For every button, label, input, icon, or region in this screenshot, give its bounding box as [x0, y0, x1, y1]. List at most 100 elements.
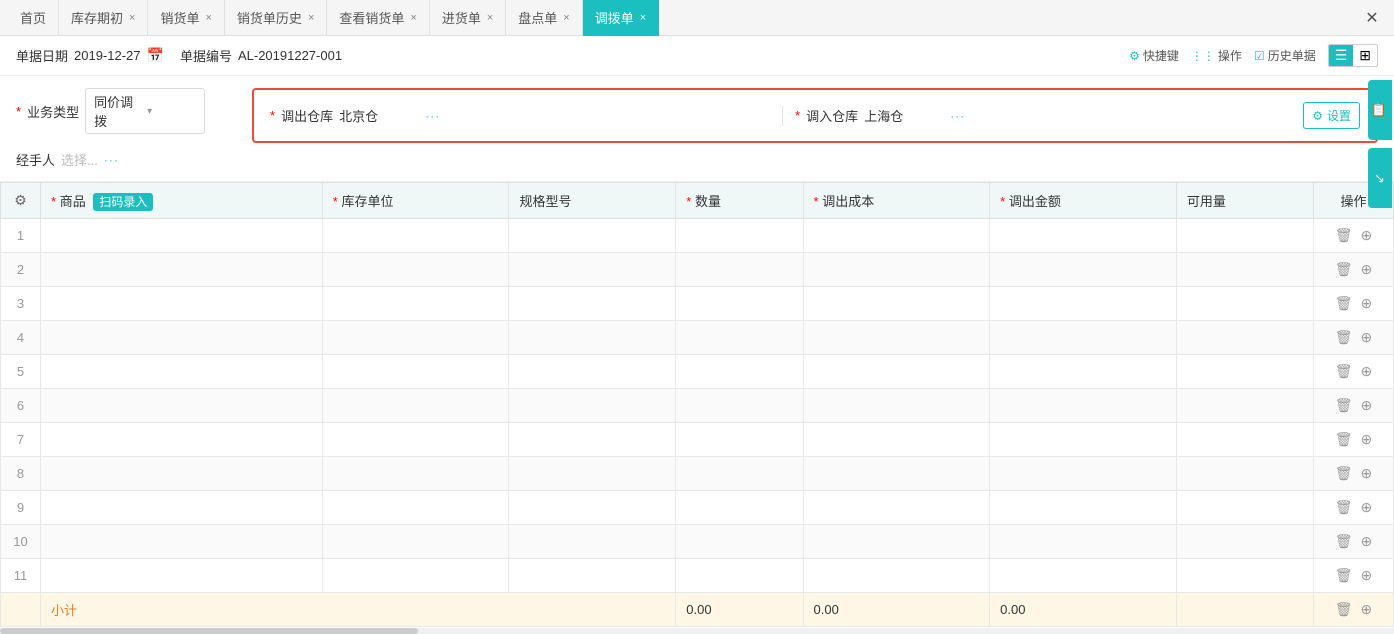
shortcut-keys-button[interactable]: ⚙ 快捷键 — [1129, 47, 1179, 64]
cell-spec[interactable] — [509, 219, 676, 253]
cell-available[interactable] — [1176, 287, 1313, 321]
cell-transfer-cost[interactable] — [803, 253, 990, 287]
delete-row-icon[interactable]: 🗑 — [1335, 261, 1353, 278]
cell-available[interactable] — [1176, 559, 1313, 593]
cell-available[interactable] — [1176, 219, 1313, 253]
cell-quantity[interactable] — [676, 559, 803, 593]
cell-quantity[interactable] — [676, 321, 803, 355]
cell-spec[interactable] — [509, 389, 676, 423]
cell-unit[interactable] — [322, 559, 509, 593]
cell-transfer-amount[interactable] — [990, 253, 1177, 287]
cell-spec[interactable] — [509, 287, 676, 321]
cell-available[interactable] — [1176, 253, 1313, 287]
cell-product[interactable] — [41, 525, 323, 559]
cell-product[interactable] — [41, 355, 323, 389]
cell-transfer-cost[interactable] — [803, 457, 990, 491]
delete-row-icon[interactable]: 🗑 — [1335, 499, 1353, 516]
delete-row-icon[interactable]: 🗑 — [1335, 431, 1353, 448]
history-orders-button[interactable]: ☑ 历史单据 — [1254, 47, 1316, 64]
cell-available[interactable] — [1176, 423, 1313, 457]
delete-row-icon[interactable]: 🗑 — [1335, 227, 1353, 244]
close-tab-inventory-init[interactable]: × — [129, 12, 135, 24]
cell-unit[interactable] — [322, 355, 509, 389]
delete-row-icon[interactable]: 🗑 — [1335, 329, 1353, 346]
cell-product[interactable] — [41, 559, 323, 593]
cell-product[interactable] — [41, 389, 323, 423]
cell-product[interactable] — [41, 219, 323, 253]
cell-quantity[interactable] — [676, 355, 803, 389]
cell-transfer-amount[interactable] — [990, 321, 1177, 355]
settings-button[interactable]: ⚙ 设置 — [1303, 102, 1360, 129]
close-tab-inventory-check[interactable]: × — [563, 12, 569, 24]
scan-input-button[interactable]: 扫码录入 — [93, 193, 153, 211]
close-tab-view-sales[interactable]: × — [410, 12, 416, 24]
cell-spec[interactable] — [509, 355, 676, 389]
cell-unit[interactable] — [322, 321, 509, 355]
cell-spec[interactable] — [509, 253, 676, 287]
cell-unit[interactable] — [322, 389, 509, 423]
close-tab-purchase-order[interactable]: × — [487, 12, 493, 24]
cell-available[interactable] — [1176, 457, 1313, 491]
cell-quantity[interactable] — [676, 253, 803, 287]
person-input[interactable]: 选择... — [61, 150, 98, 169]
cell-transfer-cost[interactable] — [803, 389, 990, 423]
cell-product[interactable] — [41, 423, 323, 457]
cell-transfer-cost[interactable] — [803, 219, 990, 253]
close-tab-sales-history[interactable]: × — [308, 12, 314, 24]
cell-available[interactable] — [1176, 389, 1313, 423]
tab-sales-order[interactable]: 销货单 × — [148, 0, 224, 36]
cell-spec[interactable] — [509, 491, 676, 525]
cell-transfer-amount[interactable] — [990, 457, 1177, 491]
subtotal-delete-icon[interactable]: 🗑 — [1335, 601, 1353, 618]
cell-transfer-amount[interactable] — [990, 423, 1177, 457]
cell-spec[interactable] — [509, 423, 676, 457]
cell-quantity[interactable] — [676, 525, 803, 559]
business-type-select[interactable]: 同价调拨 ▾ — [85, 88, 205, 134]
cell-transfer-cost[interactable] — [803, 355, 990, 389]
cell-available[interactable] — [1176, 491, 1313, 525]
delete-row-icon[interactable]: 🗑 — [1335, 567, 1353, 584]
cell-quantity[interactable] — [676, 287, 803, 321]
cell-transfer-amount[interactable] — [990, 219, 1177, 253]
cell-product[interactable] — [41, 253, 323, 287]
cell-spec[interactable] — [509, 457, 676, 491]
cell-transfer-amount[interactable] — [990, 355, 1177, 389]
cell-unit[interactable] — [322, 423, 509, 457]
cell-transfer-cost[interactable] — [803, 321, 990, 355]
column-settings-icon[interactable]: ⚙ — [14, 192, 27, 208]
cell-available[interactable] — [1176, 321, 1313, 355]
cell-available[interactable] — [1176, 355, 1313, 389]
cell-quantity[interactable] — [676, 389, 803, 423]
cell-transfer-cost[interactable] — [803, 491, 990, 525]
calendar-icon[interactable]: 📅 — [147, 47, 164, 64]
sidebar-expand-button[interactable]: ↗ — [1368, 148, 1392, 208]
delete-row-icon[interactable]: 🗑 — [1335, 465, 1353, 482]
tab-home[interactable]: 首页 — [8, 0, 59, 36]
cell-product[interactable] — [41, 491, 323, 525]
cell-transfer-amount[interactable] — [990, 389, 1177, 423]
tab-transfer-order[interactable]: 调拨单 × — [583, 0, 659, 36]
cell-product[interactable] — [41, 287, 323, 321]
tab-sales-history[interactable]: 销货单历史 × — [225, 0, 327, 36]
cell-available[interactable] — [1176, 525, 1313, 559]
cell-unit[interactable] — [322, 491, 509, 525]
cell-product[interactable] — [41, 457, 323, 491]
sidebar-notes-button[interactable]: 📋 — [1368, 80, 1392, 140]
horizontal-scrollbar[interactable] — [0, 628, 1394, 634]
warehouse-in-more-icon[interactable]: ··· — [950, 109, 965, 123]
cell-spec[interactable] — [509, 559, 676, 593]
cell-quantity[interactable] — [676, 457, 803, 491]
delete-row-icon[interactable]: 🗑 — [1335, 363, 1353, 380]
cell-transfer-cost[interactable] — [803, 423, 990, 457]
cell-unit[interactable] — [322, 219, 509, 253]
tab-inventory-init[interactable]: 库存期初 × — [59, 0, 148, 36]
person-more-icon[interactable]: ··· — [104, 153, 119, 167]
cell-transfer-cost[interactable] — [803, 559, 990, 593]
cell-unit[interactable] — [322, 287, 509, 321]
list-view-button[interactable]: ☰ — [1329, 45, 1354, 66]
th-settings[interactable]: ⚙ — [1, 183, 41, 219]
warehouse-out-more-icon[interactable]: ··· — [425, 109, 440, 123]
delete-row-icon[interactable]: 🗑 — [1335, 533, 1353, 550]
cell-spec[interactable] — [509, 321, 676, 355]
cell-transfer-amount[interactable] — [990, 559, 1177, 593]
